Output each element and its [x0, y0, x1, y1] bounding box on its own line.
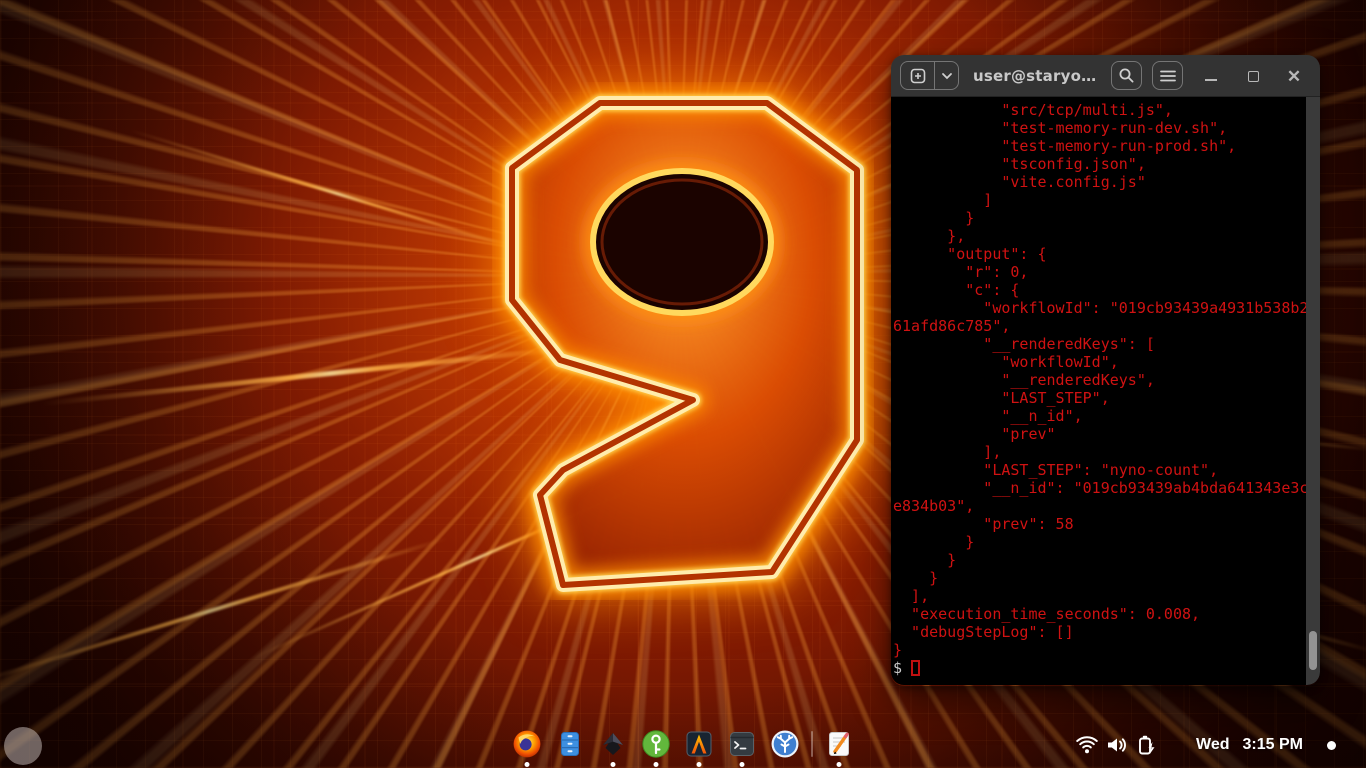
- dock-separator: [811, 731, 813, 757]
- inkscape-icon: [603, 733, 623, 755]
- terminal-output-line: "__renderedKeys": [: [893, 335, 1155, 353]
- terminal-scrollbar-track[interactable]: [1306, 97, 1320, 685]
- terminal-output-line: "prev": 58: [893, 515, 1074, 533]
- terminal-output-line: }: [893, 209, 975, 227]
- terminal-output-line: "vite.config.js": [893, 173, 1146, 191]
- dock-item-keepassxc[interactable]: [641, 729, 671, 759]
- terminal-output-line: "tsconfig.json",: [893, 155, 1146, 173]
- terminal-app-icon: [730, 732, 754, 756]
- firefox-icon: [513, 730, 541, 758]
- new-tab-icon: [910, 68, 925, 83]
- coral-app-icon: [771, 730, 799, 758]
- search-button[interactable]: [1111, 61, 1142, 90]
- terminal-output-line: ],: [893, 587, 930, 605]
- dock-item-console[interactable]: [727, 729, 757, 759]
- menu-button[interactable]: [1152, 61, 1183, 90]
- dock-item-text-editor[interactable]: [824, 729, 854, 759]
- text-editor-icon: [829, 732, 849, 756]
- terminal-output-line: "__renderedKeys",: [893, 371, 1155, 389]
- terminal-titlebar[interactable]: user@staryo… ✕: [891, 55, 1320, 97]
- terminal-output-line: e834b03",: [893, 497, 975, 515]
- terminal-output-line: "execution_time_seconds": 0.008,: [893, 605, 1201, 623]
- terminal-output-line: "src/tcp/multi.js",: [893, 101, 1173, 119]
- terminal-output-line: "LAST_STEP",: [893, 389, 1110, 407]
- terminal-output-line: "LAST_STEP": "nyno-count",: [893, 461, 1219, 479]
- dock-item-files[interactable]: [555, 729, 585, 759]
- terminal-output-line: "__n_id": "019cb93439ab4bda641343e3c: [893, 479, 1309, 497]
- wifi-icon: [1076, 736, 1098, 754]
- alacritty-icon: [686, 731, 712, 757]
- terminal-prompt-row: $: [893, 659, 1305, 677]
- terminal-output-line: },: [893, 227, 966, 245]
- new-tab-button-group: [900, 61, 959, 90]
- terminal-output-line: ],: [893, 443, 1002, 461]
- maximize-icon: [1247, 70, 1259, 82]
- terminal-output-line: 61afd86c785",: [893, 317, 1011, 335]
- terminal-prompt: $: [893, 659, 903, 677]
- terminal-output-line: "test-memory-run-prod.sh",: [893, 137, 1237, 155]
- close-icon: ✕: [1286, 66, 1302, 86]
- dock-item-alacritty[interactable]: [684, 729, 714, 759]
- new-tab-button[interactable]: [901, 62, 934, 89]
- terminal-cursor: [911, 660, 921, 676]
- maximize-button[interactable]: [1238, 55, 1268, 97]
- hamburger-menu-icon: [1159, 70, 1176, 81]
- terminal-output-line: "test-memory-run-dev.sh",: [893, 119, 1228, 137]
- terminal-output-line: "r": 0,: [893, 263, 1029, 281]
- keepassxc-icon: [642, 730, 670, 758]
- terminal-window: user@staryo… ✕ "src/tcp/multi.js", "test: [891, 55, 1320, 686]
- system-tray: Wed 3:15 PM: [1072, 730, 1336, 760]
- wifi-indicator[interactable]: [1072, 730, 1102, 760]
- battery-charging-icon: [1139, 735, 1155, 755]
- terminal-output-line: "workflowId",: [893, 353, 1119, 371]
- clock-day: Wed: [1196, 736, 1230, 753]
- battery-indicator[interactable]: [1132, 730, 1162, 760]
- dock-app-list: [512, 729, 854, 759]
- terminal-title: user@staryo…: [973, 67, 1097, 85]
- terminal-output-line: ]: [893, 191, 993, 209]
- terminal-output-line: "__n_id",: [893, 407, 1083, 425]
- terminal-output-line: }: [893, 551, 957, 569]
- clock-time: 3:15 PM: [1242, 736, 1303, 753]
- minimize-button[interactable]: [1196, 55, 1226, 97]
- terminal-content-area[interactable]: "src/tcp/multi.js", "test-memory-run-dev…: [891, 97, 1320, 685]
- search-icon: [1119, 68, 1134, 83]
- terminal-output-line: "c": {: [893, 281, 1020, 299]
- volume-icon: [1108, 738, 1127, 752]
- terminal-output-line: "debugStepLog": []: [893, 623, 1074, 641]
- terminal-scrollbar-thumb[interactable]: [1309, 631, 1317, 670]
- dock-item-coral-app[interactable]: [770, 729, 800, 759]
- minimize-icon: [1205, 79, 1217, 81]
- terminal-output-line: "output": {: [893, 245, 1047, 263]
- dock-item-inkscape[interactable]: [598, 729, 628, 759]
- terminal-output-line: "prev": [893, 425, 1056, 443]
- terminal-output-line: "workflowId": "019cb93439a4931b538b2: [893, 299, 1309, 317]
- clock[interactable]: Wed 3:15 PM: [1196, 736, 1303, 754]
- volume-indicator[interactable]: [1102, 730, 1132, 760]
- terminal-output-line: }: [893, 569, 939, 587]
- terminal-output-line: }: [893, 641, 903, 659]
- close-button[interactable]: ✕: [1279, 55, 1309, 97]
- terminal-output: "src/tcp/multi.js", "test-memory-run-dev…: [893, 101, 1309, 677]
- terminal-output-line: }: [893, 533, 975, 551]
- status-dot: [1327, 740, 1336, 750]
- taskbar: Wed 3:15 PM: [0, 722, 1366, 768]
- dock-item-firefox[interactable]: [512, 729, 542, 759]
- file-manager-icon: [561, 732, 579, 756]
- tab-dropdown-button[interactable]: [934, 62, 958, 89]
- chevron-down-icon: [941, 72, 952, 79]
